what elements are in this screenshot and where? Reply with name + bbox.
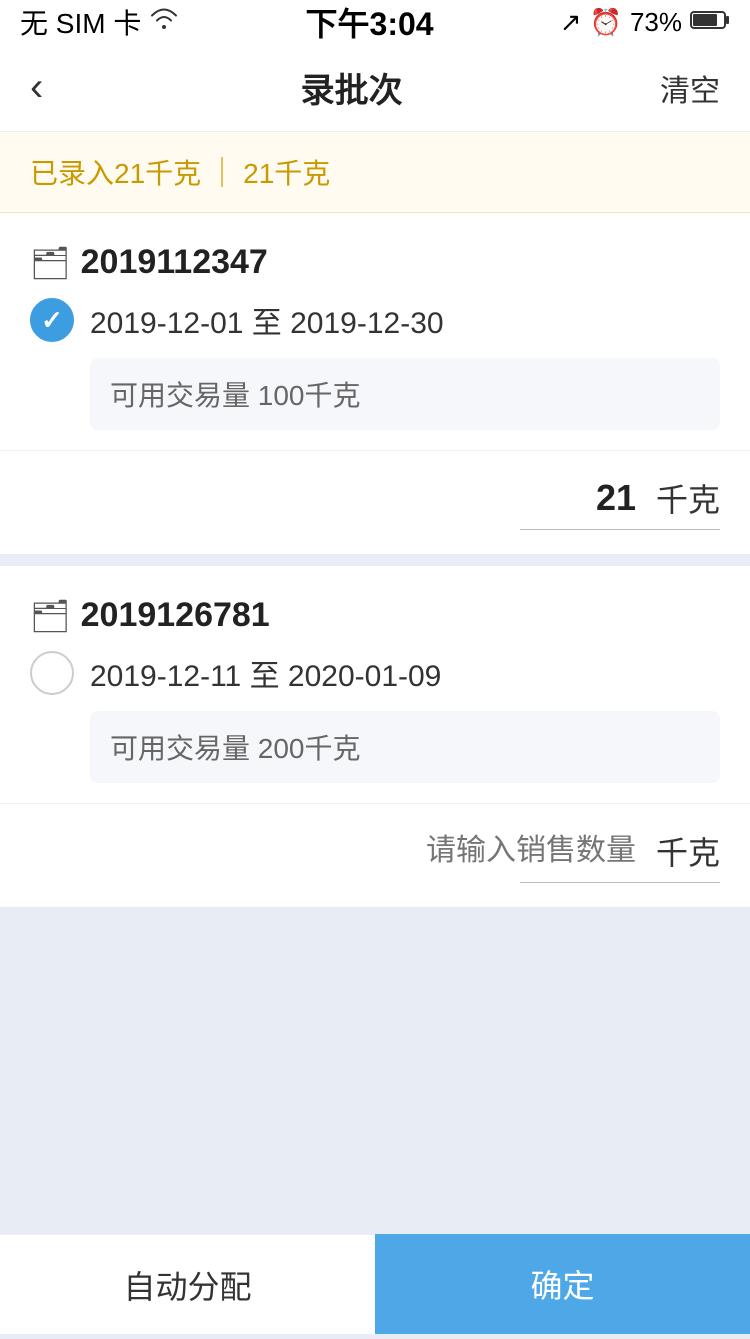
total-amount: 21千克 [243, 152, 330, 192]
location-icon: ↗ [560, 7, 582, 38]
batch-1-checkbox[interactable] [30, 298, 74, 342]
batch-1-amount-section: 21 千克 [0, 450, 750, 554]
clear-button[interactable]: 清空 [660, 66, 720, 110]
batch-1-amount-line [520, 529, 720, 530]
batch-1-unit: 千克 [656, 475, 720, 521]
batch-2-amount-line [520, 882, 720, 883]
batch-2-card: 🗂 2019126781 2019-12-11 至 2020-01-09 可用交… [0, 566, 750, 907]
wifi-icon [149, 6, 179, 38]
batch-2-date-row: 2019-12-11 至 2020-01-09 [30, 651, 720, 695]
nav-bar: ‹ 录批次 清空 [0, 44, 750, 132]
batch-2-header: 🗂 2019126781 [30, 596, 720, 635]
batch-2-quantity-input[interactable] [30, 834, 636, 868]
batch-1-date: 2019-12-01 至 2019-12-30 [90, 298, 444, 342]
bottom-bar: 自动分配 确定 [0, 1234, 750, 1334]
batch-2-unit: 千克 [656, 828, 720, 874]
battery-text: 73% [630, 7, 682, 38]
section-separator-2 [0, 907, 750, 919]
batch-2-input-section: 千克 [0, 803, 750, 907]
status-bar: 无 SIM 卡 下午3:04 ↗ ⏰ 73% [0, 0, 750, 44]
status-left: 无 SIM 卡 [20, 2, 179, 42]
batch-2-checkbox[interactable] [30, 651, 74, 695]
batch-2-id: 2019126781 [81, 596, 270, 635]
batch-1-header: 🗂 2019112347 [30, 243, 720, 282]
batch-1-icon: 🗂 [30, 244, 71, 282]
confirm-button[interactable]: 确定 [375, 1234, 750, 1334]
batch-1-availability: 可用交易量 100千克 [90, 358, 720, 430]
batch-1-date-row: 2019-12-01 至 2019-12-30 [30, 298, 720, 342]
status-right: ↗ ⏰ 73% [560, 7, 730, 38]
no-sim-text: 无 SIM 卡 [20, 2, 141, 42]
battery-icon [690, 7, 730, 38]
batch-1-card: 🗂 2019112347 2019-12-01 至 2019-12-30 可用交… [0, 213, 750, 554]
alarm-icon: ⏰ [590, 7, 622, 38]
back-button[interactable]: ‹ [30, 65, 43, 110]
auto-distribute-button[interactable]: 自动分配 [0, 1234, 375, 1334]
batch-2-availability: 可用交易量 200千克 [90, 711, 720, 783]
status-time: 下午3:04 [306, 0, 434, 45]
batch-2-icon: 🗂 [30, 597, 71, 635]
recorded-amount: 已录入21千克 [30, 152, 201, 192]
page-title: 录批次 [301, 63, 403, 112]
batch-1-id: 2019112347 [81, 243, 268, 282]
batch-1-amount-value: 21 [596, 477, 636, 519]
batch-2-date: 2019-12-11 至 2020-01-09 [90, 651, 441, 695]
section-separator-1 [0, 554, 750, 566]
summary-divider [221, 157, 223, 187]
summary-banner: 已录入21千克 21千克 [0, 132, 750, 213]
